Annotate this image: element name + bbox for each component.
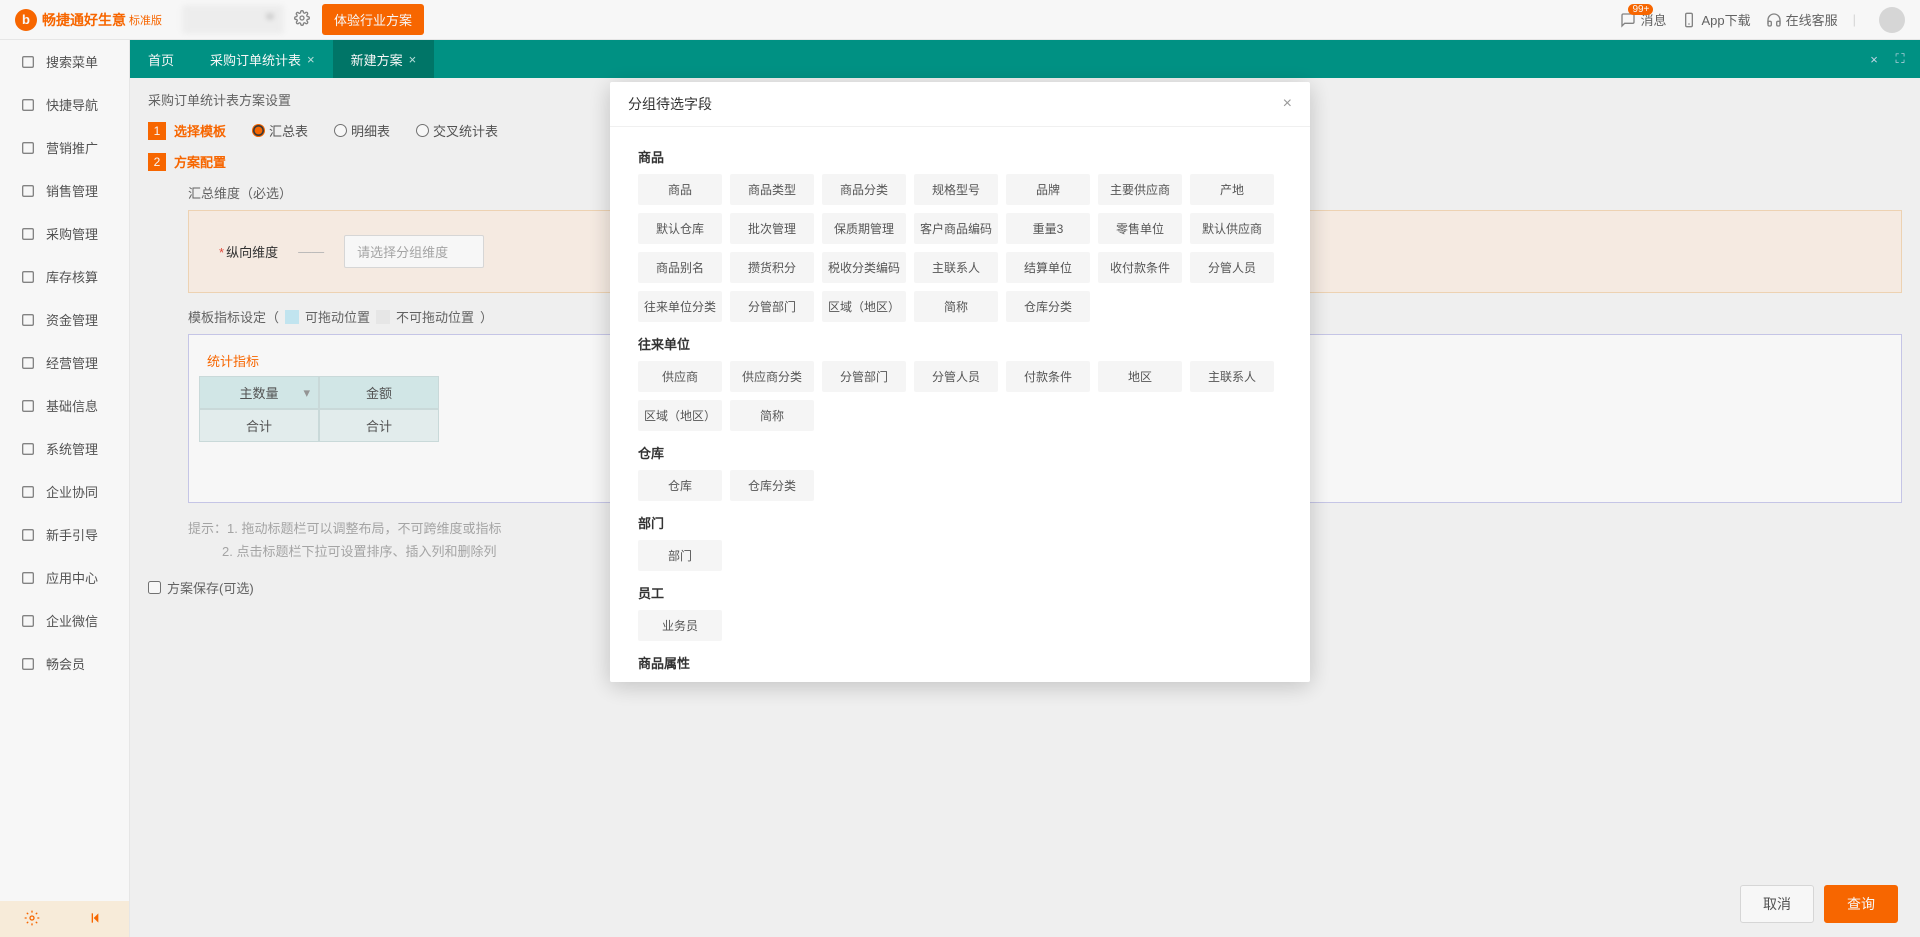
field-chip[interactable]: 业务员 xyxy=(638,610,722,641)
field-chip[interactable]: 分管人员 xyxy=(1190,252,1274,283)
field-chip[interactable]: 供应商 xyxy=(638,361,722,392)
field-select-modal: 分组待选字段 × 商品商品商品类型商品分类规格型号品牌主要供应商产地默认仓库批次… xyxy=(610,82,1310,682)
field-chip[interactable]: 税收分类编码 xyxy=(822,252,906,283)
field-chip[interactable]: 结算单位 xyxy=(1006,252,1090,283)
field-group-row: 业务员 xyxy=(638,610,1282,641)
field-chip[interactable]: 商品别名 xyxy=(638,252,722,283)
field-chip[interactable]: 默认供应商 xyxy=(1190,213,1274,244)
modal-title: 分组待选字段 xyxy=(628,94,712,114)
field-chip[interactable]: 地区 xyxy=(1098,361,1182,392)
field-group-row: 商品商品类型商品分类规格型号品牌主要供应商产地默认仓库批次管理保质期管理客户商品… xyxy=(638,174,1282,322)
field-chip[interactable]: 简称 xyxy=(730,400,814,431)
modal-body: 商品商品商品类型商品分类规格型号品牌主要供应商产地默认仓库批次管理保质期管理客户… xyxy=(610,127,1310,674)
field-chip[interactable]: 区域（地区） xyxy=(822,291,906,322)
field-chip[interactable]: 重量3 xyxy=(1006,213,1090,244)
field-chip[interactable]: 付款条件 xyxy=(1006,361,1090,392)
field-chip[interactable]: 规格型号 xyxy=(914,174,998,205)
field-chip[interactable]: 商品类型 xyxy=(730,174,814,205)
field-chip[interactable]: 部门 xyxy=(638,540,722,571)
field-chip[interactable]: 默认仓库 xyxy=(638,213,722,244)
field-chip[interactable]: 批次管理 xyxy=(730,213,814,244)
field-group-row: 仓库仓库分类 xyxy=(638,470,1282,501)
field-chip[interactable]: 收付款条件 xyxy=(1098,252,1182,283)
field-chip[interactable]: 商品 xyxy=(638,174,722,205)
field-group-title: 往来单位 xyxy=(638,334,1282,353)
modal-header: 分组待选字段 × xyxy=(610,82,1310,127)
field-chip[interactable]: 零售单位 xyxy=(1098,213,1182,244)
field-group-title: 仓库 xyxy=(638,443,1282,462)
field-chip[interactable]: 分管部门 xyxy=(730,291,814,322)
field-chip[interactable]: 仓库 xyxy=(638,470,722,501)
field-chip[interactable]: 主联系人 xyxy=(914,252,998,283)
field-chip[interactable]: 供应商分类 xyxy=(730,361,814,392)
field-group-title: 部门 xyxy=(638,513,1282,532)
field-chip[interactable]: 往来单位分类 xyxy=(638,291,722,322)
field-chip[interactable]: 商品分类 xyxy=(822,174,906,205)
field-group-title: 商品 xyxy=(638,147,1282,166)
field-chip[interactable]: 仓库分类 xyxy=(730,470,814,501)
field-chip[interactable]: 主联系人 xyxy=(1190,361,1274,392)
field-chip[interactable]: 品牌 xyxy=(1006,174,1090,205)
field-group-row: 供应商供应商分类分管部门分管人员付款条件地区主联系人区域（地区） 简称 xyxy=(638,361,1282,431)
field-chip[interactable]: 仓库分类 xyxy=(1006,291,1090,322)
field-chip[interactable]: 区域（地区） xyxy=(638,400,722,431)
field-group-row: 部门 xyxy=(638,540,1282,571)
field-chip[interactable]: 分管部门 xyxy=(822,361,906,392)
modal-mask: 分组待选字段 × 商品商品商品类型商品分类规格型号品牌主要供应商产地默认仓库批次… xyxy=(0,0,1920,937)
field-chip[interactable]: 攒货积分 xyxy=(730,252,814,283)
field-group-title: 商品属性 xyxy=(638,653,1282,672)
modal-hscroll[interactable] xyxy=(610,674,1310,682)
field-chip[interactable]: 主要供应商 xyxy=(1098,174,1182,205)
field-group-title: 员工 xyxy=(638,583,1282,602)
field-chip[interactable]: 分管人员 xyxy=(914,361,998,392)
field-chip[interactable]: 保质期管理 xyxy=(822,213,906,244)
field-chip[interactable]: 产地 xyxy=(1190,174,1274,205)
field-chip[interactable]: 客户商品编码 xyxy=(914,213,998,244)
close-icon[interactable]: × xyxy=(1283,95,1292,113)
field-chip[interactable]: 简称 xyxy=(914,291,998,322)
